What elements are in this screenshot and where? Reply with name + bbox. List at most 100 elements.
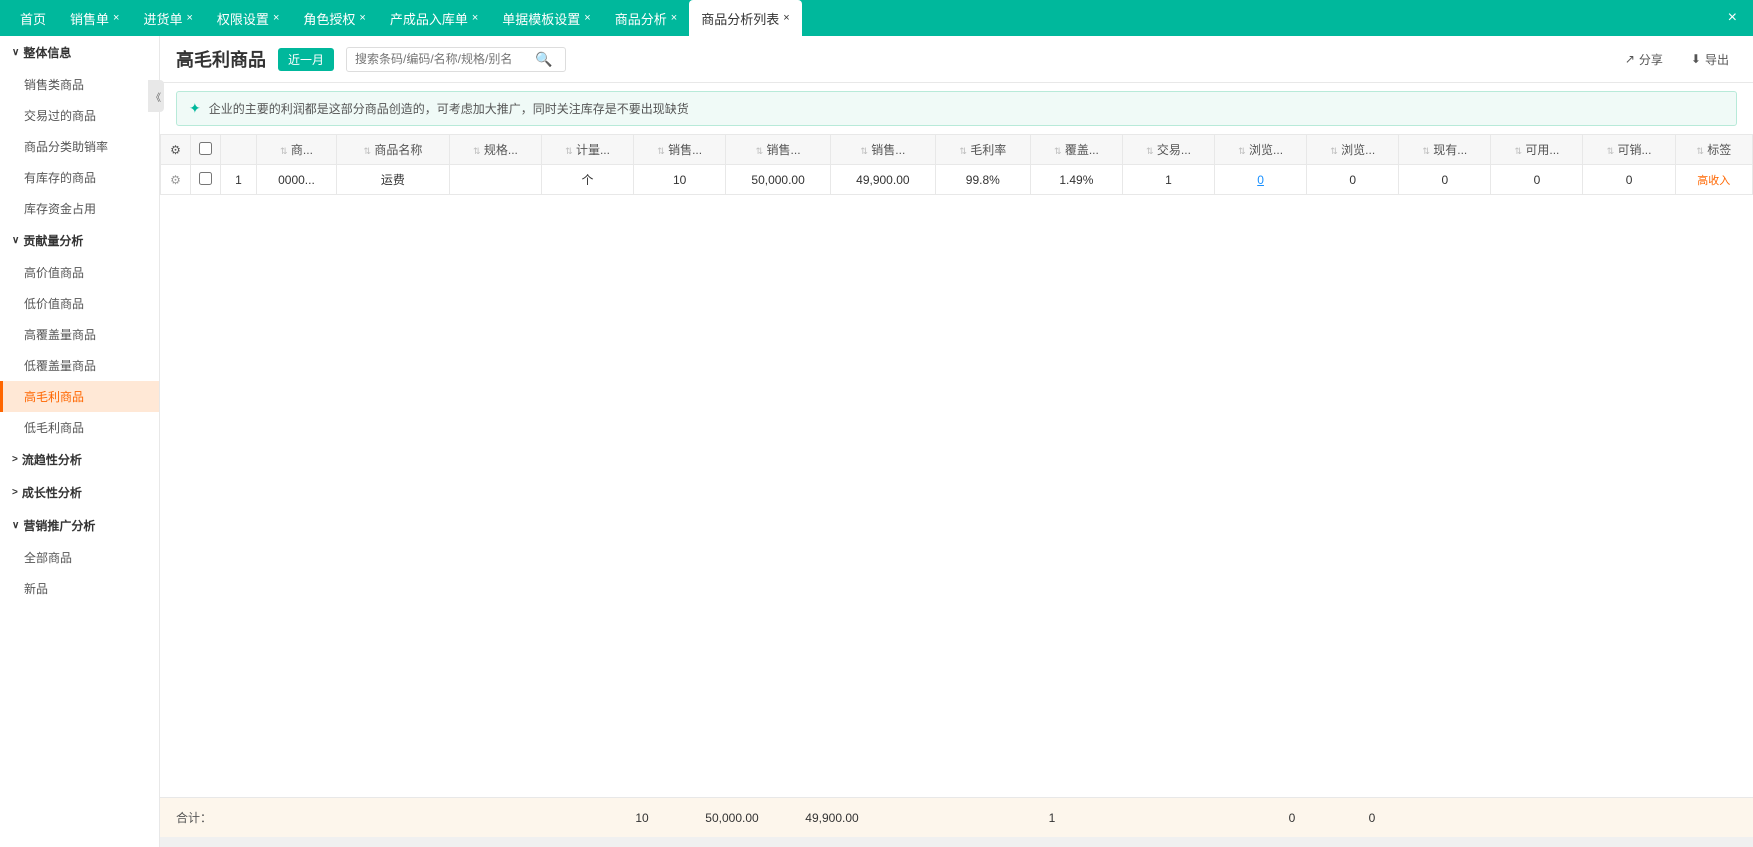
sidebar-group-1: ∨贡献量分析高价值商品低价值商品高覆盖量商品低覆盖量商品高毛利商品低毛利商品 <box>0 224 159 443</box>
info-icon: ✦ <box>189 100 201 117</box>
sidebar-group-title-2[interactable]: > 流趋性分析 <box>0 443 159 476</box>
col-header-stockSell[interactable]: ⇅ 可销... <box>1583 135 1675 165</box>
col-header-grossRate[interactable]: ⇅ 毛利率 <box>935 135 1030 165</box>
cell-settings-0: ⚙ <box>161 165 191 195</box>
nav-close-8[interactable]: × <box>783 12 789 24</box>
col-header-num <box>221 135 257 165</box>
sidebar-item-1-0[interactable]: 高价值商品 <box>0 257 159 288</box>
sidebar-item-0-3[interactable]: 有库存的商品 <box>0 162 159 193</box>
row-settings-icon[interactable]: ⚙ <box>170 173 181 187</box>
col-header-unit[interactable]: ⇅ 计量... <box>541 135 633 165</box>
col-header-view1[interactable]: ⇅ 浏览... <box>1215 135 1307 165</box>
export-button[interactable]: ⬇ 导出 <box>1683 47 1737 72</box>
sidebar-group-title-0[interactable]: ∨ 整体信息 <box>0 36 159 69</box>
nav-item-8[interactable]: 商品分析列表 × <box>689 0 801 36</box>
col-header-tradeCount[interactable]: ⇅ 交易... <box>1122 135 1214 165</box>
col-header-view2[interactable]: ⇅ 浏览... <box>1307 135 1399 165</box>
sidebar-group-label-4: 营销推广分析 <box>23 517 95 534</box>
nav-item-1[interactable]: 销售单 × <box>58 0 131 36</box>
cell-check-0 <box>191 165 221 195</box>
footer-cell-7: 49,900.00 <box>782 811 882 825</box>
cell-tradeCount-0: 1 <box>1122 165 1214 195</box>
sidebar-group-2: > 流趋性分析 <box>0 443 159 476</box>
sidebar-group-arrow-2: > <box>12 454 18 465</box>
sidebar-group-title-1[interactable]: ∨贡献量分析 <box>0 224 159 257</box>
view1-link-0[interactable]: 0 <box>1257 173 1264 187</box>
nav-close-5[interactable]: × <box>472 12 478 24</box>
sidebar-group-label-0: 整体信息 <box>23 44 71 61</box>
sidebar-item-0-2[interactable]: 商品分类助销率 <box>0 131 159 162</box>
footer-cell-13: 0 <box>1252 811 1332 825</box>
row-tag-0: 高收入 <box>1697 175 1730 187</box>
nav-close-1[interactable]: × <box>113 12 119 24</box>
footer-cell-10: 1 <box>1012 811 1092 825</box>
nav-item-2[interactable]: 进货单 × <box>131 0 204 36</box>
cell-stockAvail-0: 0 <box>1491 165 1583 195</box>
cell-salesQty-0: 10 <box>634 165 726 195</box>
col-header-spec[interactable]: ⇅ 规格... <box>449 135 541 165</box>
sidebar-item-0-0[interactable]: 销售类商品 <box>0 69 159 100</box>
cell-name-0: 运费 <box>336 165 449 195</box>
col-header-salesAmt[interactable]: ⇅ 销售... <box>726 135 831 165</box>
nav-item-6[interactable]: 单据模板设置 × <box>490 0 602 36</box>
sidebar-item-1-4[interactable]: 高毛利商品 <box>0 381 159 412</box>
cell-view2-0: 0 <box>1307 165 1399 195</box>
sidebar-item-0-1[interactable]: 交易过的商品 <box>0 100 159 131</box>
sidebar-group-3: >成长性分析 <box>0 476 159 509</box>
search-input[interactable] <box>355 52 535 66</box>
cell-salesCost-0: 49,900.00 <box>830 165 935 195</box>
sidebar-item-1-3[interactable]: 低覆盖量商品 <box>0 350 159 381</box>
nav-item-3[interactable]: 权限设置 × <box>205 0 291 36</box>
col-header-stockCurrent[interactable]: ⇅ 现有... <box>1399 135 1491 165</box>
nav-item-5[interactable]: 产成品入库单 × <box>378 0 490 36</box>
col-header-check <box>191 135 221 165</box>
nav-item-0[interactable]: 首页 <box>8 0 58 36</box>
sidebar-group-arrow-0: ∨ <box>12 47 19 58</box>
sidebar-item-1-1[interactable]: 低价值商品 <box>0 288 159 319</box>
search-icon[interactable]: 🔍 <box>535 51 552 68</box>
info-banner: ✦ 企业的主要的利润都是这部分商品创造的，可考虑加大推广，同时关注库存是不要出现… <box>176 91 1737 126</box>
share-button[interactable]: ↗ 分享 <box>1617 47 1671 72</box>
col-header-code[interactable]: ⇅ 商... <box>257 135 337 165</box>
footer-cell-5: 10 <box>602 811 682 825</box>
sidebar-item-1-5[interactable]: 低毛利商品 <box>0 412 159 443</box>
select-all-checkbox[interactable] <box>199 142 212 155</box>
sidebar: ∨ 整体信息销售类商品交易过的商品商品分类助销率有库存的商品库存资金占用∨贡献量分… <box>0 36 160 847</box>
export-icon: ⬇ <box>1691 52 1701 66</box>
sidebar-group-title-4[interactable]: ∨营销推广分析 <box>0 509 159 542</box>
col-header-coverage[interactable]: ⇅ 覆盖... <box>1030 135 1122 165</box>
sidebar-item-4-1[interactable]: 新品 <box>0 573 159 604</box>
footer-total-label: 合计： <box>176 809 256 826</box>
sidebar-item-0-4[interactable]: 库存资金占用 <box>0 193 159 224</box>
sidebar-group-label-1: 贡献量分析 <box>23 232 83 249</box>
sidebar-group-label-2: 流趋性分析 <box>22 451 82 468</box>
table-container[interactable]: ⚙⇅ 商...⇅ 商品名称⇅ 规格...⇅ 计量...⇅ 销售...⇅ 销售..… <box>160 134 1753 797</box>
main-layout: ∨ 整体信息销售类商品交易过的商品商品分类助销率有库存的商品库存资金占用∨贡献量分… <box>0 36 1753 847</box>
window-close-button[interactable]: × <box>1720 9 1745 27</box>
col-header-name[interactable]: ⇅ 商品名称 <box>336 135 449 165</box>
nav-close-2[interactable]: × <box>186 12 192 24</box>
sidebar-item-1-2[interactable]: 高覆盖量商品 <box>0 319 159 350</box>
footer-cell-6: 50,000.00 <box>682 811 782 825</box>
col-header-stockAvail[interactable]: ⇅ 可用... <box>1491 135 1583 165</box>
page-title: 高毛利商品 <box>176 46 266 72</box>
nav-close-6[interactable]: × <box>584 12 590 24</box>
nav-item-4[interactable]: 角色授权 × <box>291 0 377 36</box>
col-header-salesQty[interactable]: ⇅ 销售... <box>634 135 726 165</box>
sidebar-group-title-3[interactable]: >成长性分析 <box>0 476 159 509</box>
content-area: 高毛利商品 近一月 🔍 ↗ 分享 ⬇ 导出 ✦ 企业的主要的利润都是这部分商品创… <box>160 36 1753 847</box>
col-header-salesCost[interactable]: ⇅ 销售... <box>830 135 935 165</box>
cell-tag-0: 高收入 <box>1675 165 1752 195</box>
sidebar-item-4-0[interactable]: 全部商品 <box>0 542 159 573</box>
table-row: ⚙10000...运费个1050,000.0049,900.0099.8%1.4… <box>161 165 1753 195</box>
sidebar-group-0: ∨ 整体信息销售类商品交易过的商品商品分类助销率有库存的商品库存资金占用 <box>0 36 159 224</box>
col-header-tag[interactable]: ⇅ 标签 <box>1675 135 1752 165</box>
row-checkbox-0[interactable] <box>199 172 212 185</box>
nav-close-7[interactable]: × <box>671 12 677 24</box>
nav-close-4[interactable]: × <box>359 12 365 24</box>
date-filter-button[interactable]: 近一月 <box>278 48 334 71</box>
bottom-scrollbar[interactable] <box>160 837 1753 847</box>
nav-item-7[interactable]: 商品分析 × <box>603 0 689 36</box>
sidebar-collapse-button[interactable]: 《 <box>148 80 164 112</box>
nav-close-3[interactable]: × <box>273 12 279 24</box>
